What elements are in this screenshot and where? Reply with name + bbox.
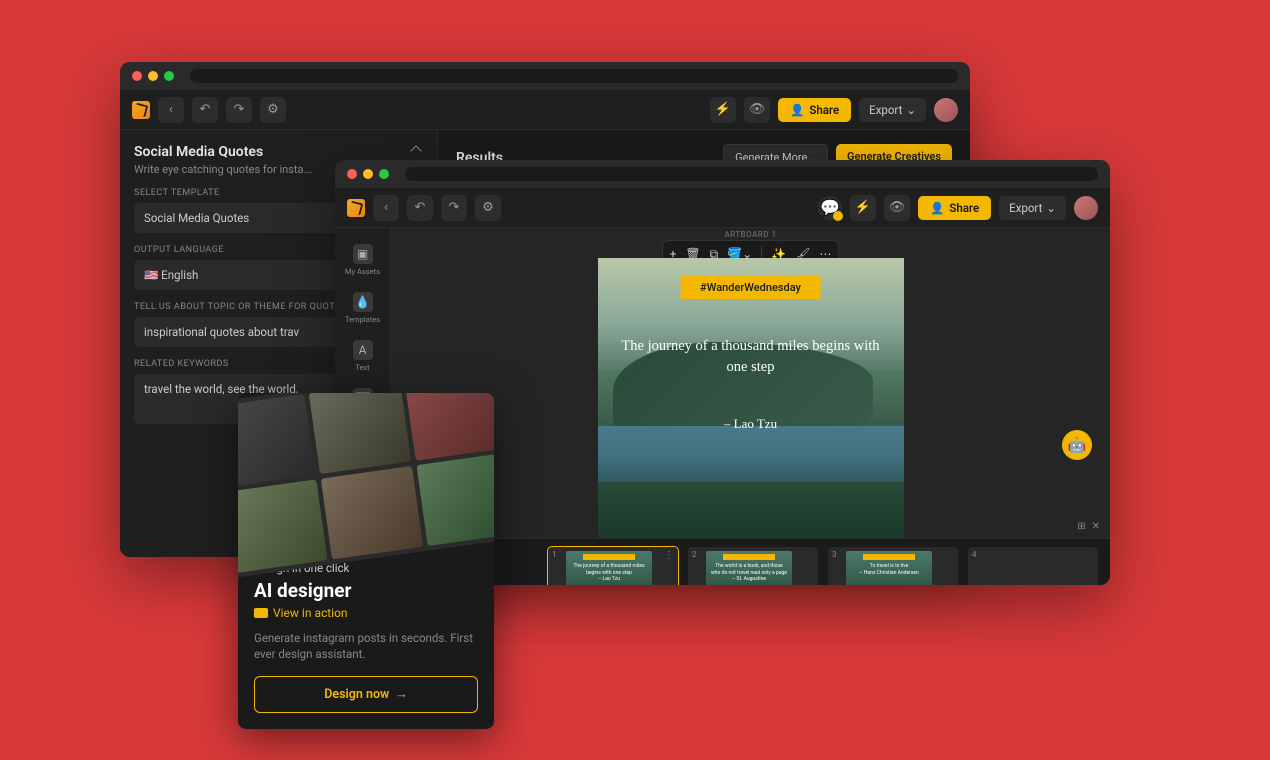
thumb-number: 4 [972,550,977,559]
titlebar [120,62,970,90]
close-strip-button[interactable]: ✕ [1092,521,1100,532]
app-logo-icon[interactable] [347,199,365,217]
flash-button[interactable]: ⚡ [710,97,736,123]
promo-description: Generate instagram posts in seconds. Fir… [254,630,478,662]
thumb-number: 2 [692,550,697,559]
artboard-label: ARTBOARD 1 [725,230,777,239]
quote-text[interactable]: The journey of a thousand miles begins w… [620,336,880,378]
maximize-window-button[interactable] [164,71,174,81]
export-button[interactable]: Export ⌄ [999,196,1066,220]
url-bar[interactable] [190,69,958,83]
panel-subtitle: Write eye catching quotes for insta... [134,163,312,176]
tool-icon: ▣ [353,244,373,264]
design-now-button[interactable]: Design now → [254,676,478,713]
hashtag-label[interactable]: #WanderWednesday [680,276,821,299]
artboard[interactable]: #WanderWednesday The journey of a thousa… [598,258,904,538]
tool-text[interactable]: A Text [335,334,390,378]
redo-button[interactable]: ↷ [441,195,467,221]
settings-button[interactable]: ⚙ [475,195,501,221]
nav-back-button[interactable]: ‹ [373,195,399,221]
thumb-number: 1 [552,550,557,559]
app-toolbar: ‹ ↶ ↷ ⚙ ⚡ 👁 👤 Share Export ⌄ [120,90,970,130]
chat-button[interactable]: 💬 [818,196,842,220]
tool-icon: A [353,340,373,360]
preview-button[interactable]: 👁 [884,195,910,221]
thumbnail[interactable]: 4 [968,547,1098,585]
preview-button[interactable]: 👁 [744,97,770,123]
thumb-menu-button[interactable]: ⋮ [664,550,674,561]
user-avatar[interactable] [1074,196,1098,220]
thumbnails-strip: ⊞ ✕ 1⋮The journey of a thousand miles be… [391,538,1110,585]
traffic-lights [132,71,174,81]
app-toolbar: ‹ ↶ ↷ ⚙ 💬 ⚡ 👁 👤 Share Export ⌄ [335,188,1110,228]
promo-title: AI designer [254,579,478,602]
url-bar[interactable] [405,167,1098,181]
minimize-window-button[interactable] [363,169,373,179]
settings-button[interactable]: ⚙ [260,97,286,123]
share-button[interactable]: 👤 Share [918,196,991,220]
close-window-button[interactable] [132,71,142,81]
promo-card: Design in one click AI designer View in … [238,393,494,729]
arrow-right-icon: → [395,687,408,702]
app-logo-icon[interactable] [132,101,150,119]
promo-view-link[interactable]: View in action [254,606,478,620]
tool-label: My Assets [345,267,380,276]
tool-icon: 💧 [353,292,373,312]
undo-button[interactable]: ↶ [192,97,218,123]
canvas-viewport[interactable]: ARTBOARD 1 + 🗑 ⧉ 🪣⌄ ✨ 🖌 ⋯ #WanderWednesd… [391,228,1110,538]
tool-my-assets[interactable]: ▣ My Assets [335,238,390,282]
flash-button[interactable]: ⚡ [850,195,876,221]
video-icon [254,608,268,618]
redo-button[interactable]: ↷ [226,97,252,123]
tool-label: Text [355,363,369,372]
maximize-window-button[interactable] [379,169,389,179]
thumbnail[interactable]: 3To travel is to live– Hans Christian An… [828,547,958,585]
nav-back-button[interactable]: ‹ [158,97,184,123]
panel-title: Social Media Quotes [134,144,312,160]
tool-templates[interactable]: 💧 Templates [335,286,390,330]
export-button[interactable]: Export ⌄ [859,98,926,122]
thumbnail[interactable]: 2The world is a book, and those who do n… [688,547,818,585]
grid-view-button[interactable]: ⊞ [1077,521,1085,532]
ai-assist-fab[interactable]: 🤖 [1062,430,1092,460]
minimize-window-button[interactable] [148,71,158,81]
undo-button[interactable]: ↶ [407,195,433,221]
canvas-area: ARTBOARD 1 + 🗑 ⧉ 🪣⌄ ✨ 🖌 ⋯ #WanderWednesd… [391,228,1110,585]
author-text[interactable]: – Lao Tzu [724,416,777,432]
user-avatar[interactable] [934,98,958,122]
close-window-button[interactable] [347,169,357,179]
thumbnail[interactable]: 1⋮The journey of a thousand miles begins… [548,547,678,585]
share-button[interactable]: 👤 Share [778,98,851,122]
collapse-panel-button[interactable] [410,145,422,157]
titlebar [335,160,1110,188]
thumb-number: 3 [832,550,837,559]
traffic-lights [347,169,389,179]
tool-label: Templates [345,315,380,324]
